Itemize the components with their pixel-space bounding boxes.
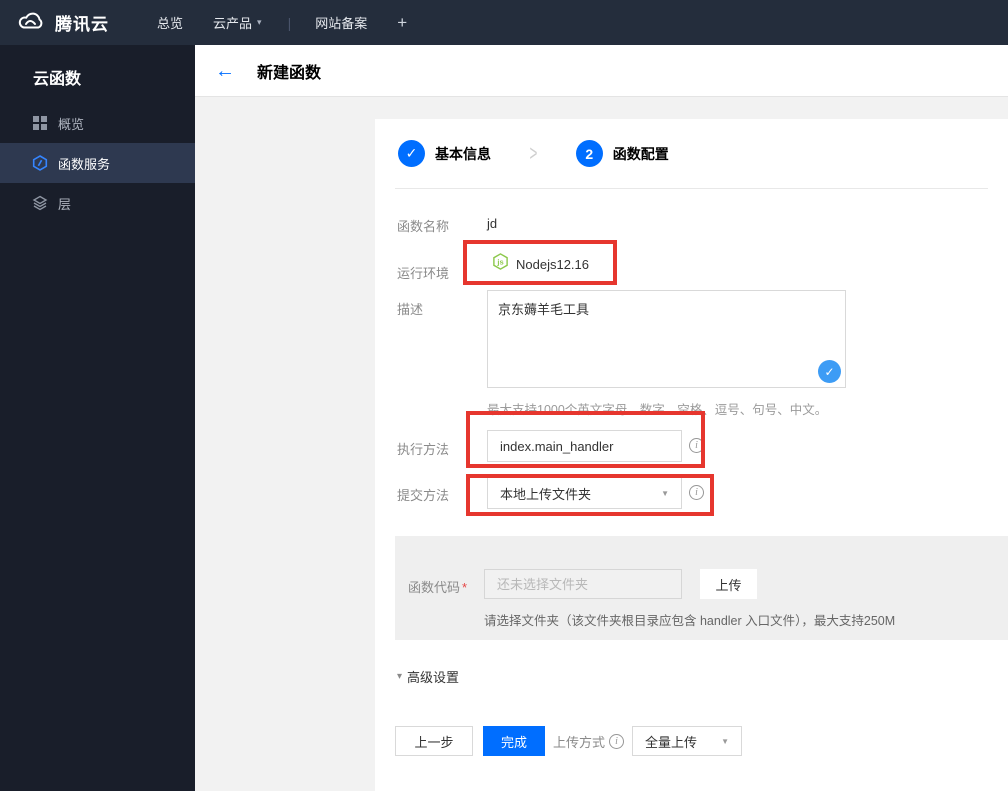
- runtime-value-group: js Nodejs12.16: [492, 253, 589, 275]
- step1-label: 基本信息: [435, 145, 491, 162]
- info-icon[interactable]: i: [689, 438, 704, 453]
- function-hexagon-icon: [32, 155, 48, 171]
- nav-add-icon[interactable]: +: [397, 13, 407, 33]
- sidebar-item-overview[interactable]: 概览: [0, 103, 195, 143]
- function-code-section: 函数代码* 上传 请选择文件夹（该文件夹根目录应包含 handler 入口文件）…: [395, 536, 1008, 640]
- step-chevron-icon: >: [529, 140, 538, 167]
- sidebar-item-function-service[interactable]: 函数服务: [0, 143, 195, 183]
- step-indicator: ✓ 基本信息 > 2 函数配置: [398, 140, 669, 167]
- top-navbar: 腾讯云 总览 云产品 ▾ | 网站备案 +: [0, 0, 1008, 45]
- upload-mode-label: 上传方式: [553, 734, 606, 750]
- folder-hint: 请选择文件夹（该文件夹根目录应包含 handler 入口文件），最大支持250M: [484, 614, 896, 628]
- upload-mode-select[interactable]: 全量上传 ▼: [632, 726, 743, 756]
- nodejs-icon: js: [492, 253, 509, 275]
- svg-text:js: js: [496, 257, 503, 266]
- advanced-settings-label: 高级设置: [407, 670, 460, 685]
- caret-down-icon: ▼: [661, 488, 669, 498]
- nav-item-beian[interactable]: 网站备案: [315, 13, 367, 32]
- function-name-label: 函数名称: [397, 219, 450, 234]
- app-root: 腾讯云 总览 云产品 ▾ | 网站备案 + 云函数 概览 函数服务 层 ← 新建…: [0, 0, 1008, 791]
- sidebar-title: 云函数: [33, 71, 82, 88]
- folder-path-input[interactable]: [484, 569, 682, 599]
- tencent-cloud-logo-icon: [16, 10, 46, 35]
- info-icon[interactable]: i: [609, 733, 625, 749]
- info-icon[interactable]: i: [689, 485, 704, 500]
- description-label: 描述: [397, 302, 424, 317]
- submit-method-label: 提交方法: [397, 488, 450, 503]
- upload-mode-value: 全量上传: [645, 734, 698, 750]
- runtime-label: 运行环境: [397, 266, 450, 281]
- function-name-value: jd: [487, 216, 498, 231]
- sidebar: 云函数 概览 函数服务 层: [0, 45, 195, 791]
- sidebar-menu: 概览 函数服务 层: [0, 103, 195, 223]
- description-textarea[interactable]: 京东薅羊毛工具: [487, 290, 846, 388]
- advanced-settings-toggle[interactable]: ▾ 高级设置: [397, 667, 459, 686]
- page-header: ← 新建函数: [195, 45, 1008, 97]
- nav-item-products[interactable]: 云产品 ▾: [213, 13, 262, 32]
- finish-button[interactable]: 完成: [483, 726, 545, 756]
- step1-check-icon: ✓: [398, 140, 425, 167]
- layers-icon: [32, 195, 48, 211]
- chevron-down-icon: ▾: [257, 17, 262, 27]
- nav-products-label: 云产品: [213, 16, 253, 31]
- sidebar-item-label: 概览: [58, 116, 85, 132]
- submit-method-value: 本地上传文件夹: [500, 486, 592, 502]
- previous-step-button[interactable]: 上一步: [395, 726, 473, 756]
- nav-item-overview[interactable]: 总览: [157, 13, 183, 32]
- footer-actions: 上一步 完成 上传方式 i 全量上传 ▼: [395, 726, 743, 756]
- divider: [395, 188, 988, 189]
- grid-icon: [32, 115, 48, 131]
- description-hint: 最大支持1000个英文字母、数字、空格、逗号、句号、中文。: [487, 403, 828, 417]
- runtime-value: Nodejs12.16: [516, 256, 589, 272]
- nav-divider: |: [287, 14, 292, 31]
- brand-name: 腾讯云: [55, 15, 109, 34]
- sidebar-item-label: 层: [58, 196, 72, 212]
- handler-label: 执行方法: [397, 442, 450, 457]
- upload-button[interactable]: 上传: [700, 569, 757, 599]
- function-code-label-text: 函数代码: [408, 580, 461, 595]
- back-arrow-icon[interactable]: ←: [215, 61, 235, 81]
- page-title: 新建函数: [257, 64, 322, 82]
- caret-down-icon: ▼: [721, 736, 730, 746]
- sidebar-item-label: 函数服务: [58, 156, 111, 172]
- step2-label: 函数配置: [612, 145, 669, 162]
- brand[interactable]: 腾讯云: [16, 10, 109, 35]
- required-asterisk: *: [462, 580, 468, 595]
- step2-number: 2: [575, 140, 603, 167]
- handler-input[interactable]: [487, 430, 682, 462]
- submit-method-select[interactable]: 本地上传文件夹 ▼: [487, 477, 682, 509]
- create-function-panel: ✓ 基本信息 > 2 函数配置 函数名称 jd 运行环境 js Nodejs12…: [375, 119, 1008, 791]
- function-code-label: 函数代码 *: [408, 577, 467, 596]
- sidebar-item-layers[interactable]: 层: [0, 183, 195, 223]
- triangle-down-icon: ▾: [397, 671, 403, 682]
- valid-check-icon: ✓: [818, 360, 841, 383]
